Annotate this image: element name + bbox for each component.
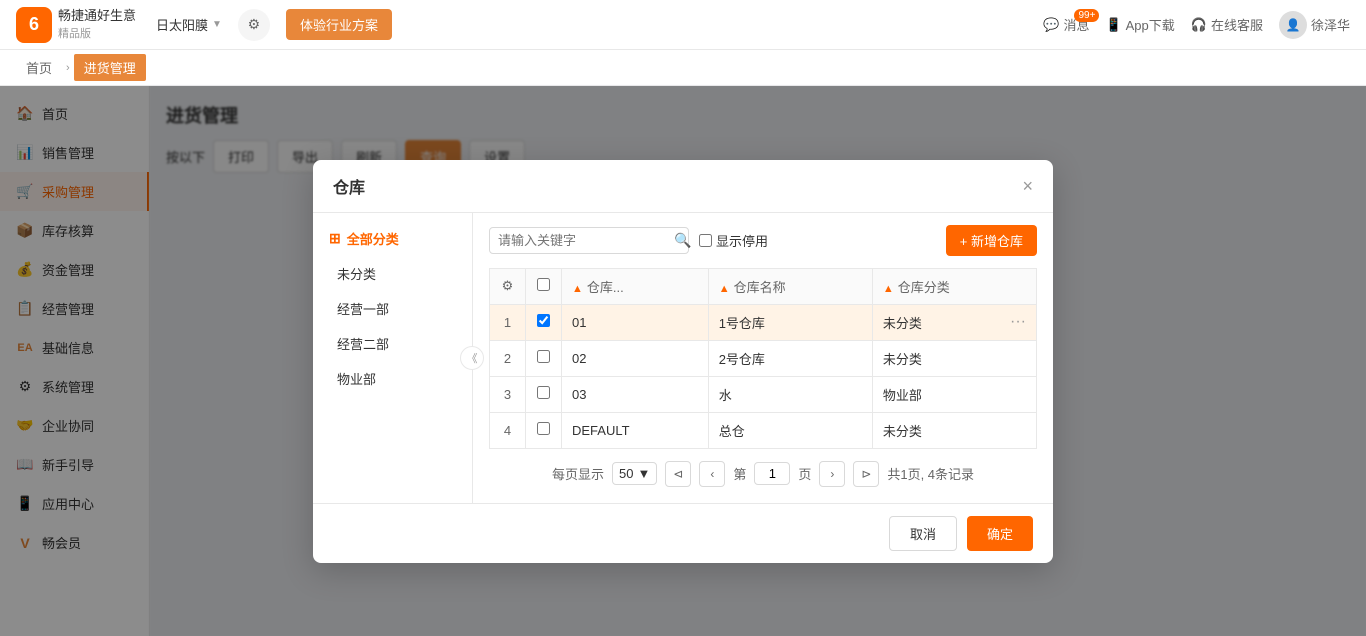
page-prefix-label: 第 <box>733 464 746 483</box>
modal-footer: 取消 确定 <box>313 503 1053 563</box>
page-input[interactable] <box>754 462 790 485</box>
row-num: 4 <box>490 412 526 448</box>
page-size-select[interactable]: 50 ▼ <box>612 462 657 485</box>
row-name: 2号仓库 <box>708 340 872 376</box>
cat-collapse-button[interactable]: 《 <box>460 346 484 370</box>
row-name: 水 <box>708 376 872 412</box>
warehouse-table: ⚙ ▲仓库... ▲仓库名称 ▲仓库分类 1 01 <box>489 268 1037 449</box>
table-panel: 🔍 显示停用 + 新增仓库 ⚙ <box>473 213 1053 503</box>
store-name: 日太阳膜 <box>156 15 208 34</box>
row-code: 02 <box>562 340 709 376</box>
first-page-button[interactable]: ⊲ <box>665 461 691 487</box>
search-icon: 🔍 <box>674 232 691 249</box>
modal-overlay: 仓库 × ⊞ 全部分类 未分类 经营一部 经营二部 物业部 《 <box>0 86 1366 636</box>
next-page-button[interactable]: › <box>819 461 845 487</box>
message-icon: 💬 <box>1043 17 1059 33</box>
trial-button[interactable]: 体验行业方案 <box>286 9 392 40</box>
navbar: 首页 › 进货管理 <box>0 50 1366 86</box>
row-name: 总仓 <box>708 412 872 448</box>
page-suffix-label: 页 <box>798 464 811 483</box>
message-badge: 99+ <box>1074 9 1099 22</box>
page-size-arrow-icon: ▼ <box>637 466 650 481</box>
modal-header: 仓库 × <box>313 160 1053 213</box>
topbar-right: 💬 消息 99+ 📱 App下载 🎧 在线客服 👤 徐泽华 <box>1043 11 1350 39</box>
username: 徐泽华 <box>1311 15 1350 34</box>
row-num: 2 <box>490 340 526 376</box>
logo-icon: 6 <box>16 7 52 43</box>
show-disabled-text: 显示停用 <box>716 231 768 250</box>
table-row[interactable]: 1 01 1号仓库 未分类··· <box>490 304 1037 340</box>
cat-item-2[interactable]: 经营二部 <box>313 326 472 361</box>
nav-home[interactable]: 首页 <box>16 54 62 81</box>
logo: 6 畅捷通好生意 精品版 <box>16 7 136 43</box>
app-download-label: App下载 <box>1126 15 1175 34</box>
store-arrow-icon: ▼ <box>212 19 222 30</box>
row-category: 未分类··· <box>872 304 1036 340</box>
th-code: ▲仓库... <box>562 268 709 304</box>
row-menu-icon[interactable]: ··· <box>1010 313 1026 331</box>
table-row[interactable]: 4 DEFAULT 总仓 未分类 <box>490 412 1037 448</box>
online-service-button[interactable]: 🎧 在线客服 <box>1191 15 1263 34</box>
add-warehouse-button[interactable]: + 新增仓库 <box>946 225 1037 256</box>
row-checkbox[interactable] <box>526 340 562 376</box>
row-num: 3 <box>490 376 526 412</box>
category-panel: ⊞ 全部分类 未分类 经营一部 经营二部 物业部 《 <box>313 213 473 503</box>
row-checkbox[interactable] <box>526 376 562 412</box>
search-box: 🔍 <box>489 227 689 254</box>
select-all-checkbox[interactable] <box>537 278 550 291</box>
modal-title: 仓库 <box>333 174 365 198</box>
cat-item-3[interactable]: 物业部 <box>313 361 472 396</box>
topbar: 6 畅捷通好生意 精品版 日太阳膜 ▼ ⚙ 体验行业方案 💬 消息 99+ 📱 … <box>0 0 1366 50</box>
logo-name: 畅捷通好生意 <box>58 8 136 25</box>
row-name: 1号仓库 <box>708 304 872 340</box>
phone-icon: 📱 <box>1105 17 1121 33</box>
total-info: 共1页, 4条记录 <box>887 464 974 483</box>
store-selector[interactable]: 日太阳膜 ▼ <box>156 15 222 34</box>
main-layout: 🏠 首页 📊 销售管理 🛒 采购管理 📦 库存核算 💰 资金管理 📋 经营管理 … <box>0 86 1366 636</box>
settings-icon[interactable]: ⚙ <box>238 9 270 41</box>
logo-sub: 精品版 <box>58 25 136 41</box>
modal-body: ⊞ 全部分类 未分类 经营一部 经营二部 物业部 《 🔍 <box>313 213 1053 503</box>
nav-purchase[interactable]: 进货管理 <box>74 54 146 81</box>
row-checkbox[interactable] <box>526 412 562 448</box>
th-settings: ⚙ <box>490 268 526 304</box>
row-code: DEFAULT <box>562 412 709 448</box>
th-checkbox <box>526 268 562 304</box>
cat-item-0[interactable]: 未分类 <box>313 256 472 291</box>
table-row[interactable]: 3 03 水 物业部 <box>490 376 1037 412</box>
cat-header-all[interactable]: ⊞ 全部分类 <box>313 221 472 256</box>
table-toolbar: 🔍 显示停用 + 新增仓库 <box>489 225 1037 256</box>
user-profile[interactable]: 👤 徐泽华 <box>1279 11 1350 39</box>
avatar: 👤 <box>1279 11 1307 39</box>
table-row[interactable]: 2 02 2号仓库 未分类 <box>490 340 1037 376</box>
message-button[interactable]: 💬 消息 99+ <box>1043 15 1089 34</box>
warehouse-modal: 仓库 × ⊞ 全部分类 未分类 经营一部 经营二部 物业部 《 <box>313 160 1053 563</box>
modal-close-button[interactable]: × <box>1022 177 1033 195</box>
headset-icon: 🎧 <box>1191 17 1207 33</box>
prev-page-button[interactable]: ‹ <box>699 461 725 487</box>
confirm-button[interactable]: 确定 <box>967 516 1033 551</box>
row-category: 未分类 <box>872 412 1036 448</box>
th-category: ▲仓库分类 <box>872 268 1036 304</box>
cat-all-label: 全部分类 <box>347 229 399 248</box>
grid-icon: ⊞ <box>329 230 341 247</box>
show-disabled-checkbox[interactable] <box>699 234 712 247</box>
online-service-label: 在线客服 <box>1211 15 1263 34</box>
show-disabled-label[interactable]: 显示停用 <box>699 231 768 250</box>
app-download-button[interactable]: 📱 App下载 <box>1105 15 1174 34</box>
row-num: 1 <box>490 304 526 340</box>
cat-item-1[interactable]: 经营一部 <box>313 291 472 326</box>
row-category: 物业部 <box>872 376 1036 412</box>
search-input[interactable] <box>498 233 674 248</box>
row-code: 01 <box>562 304 709 340</box>
page-size-value: 50 <box>619 466 633 481</box>
pagination: 每页显示 50 ▼ ⊲ ‹ 第 页 › ⊳ 共1页, 4条记录 <box>489 449 1037 491</box>
row-checkbox[interactable] <box>526 304 562 340</box>
row-category: 未分类 <box>872 340 1036 376</box>
th-name: ▲仓库名称 <box>708 268 872 304</box>
row-code: 03 <box>562 376 709 412</box>
cancel-button[interactable]: 取消 <box>889 516 957 551</box>
last-page-button[interactable]: ⊳ <box>853 461 879 487</box>
per-page-label: 每页显示 <box>552 464 604 483</box>
